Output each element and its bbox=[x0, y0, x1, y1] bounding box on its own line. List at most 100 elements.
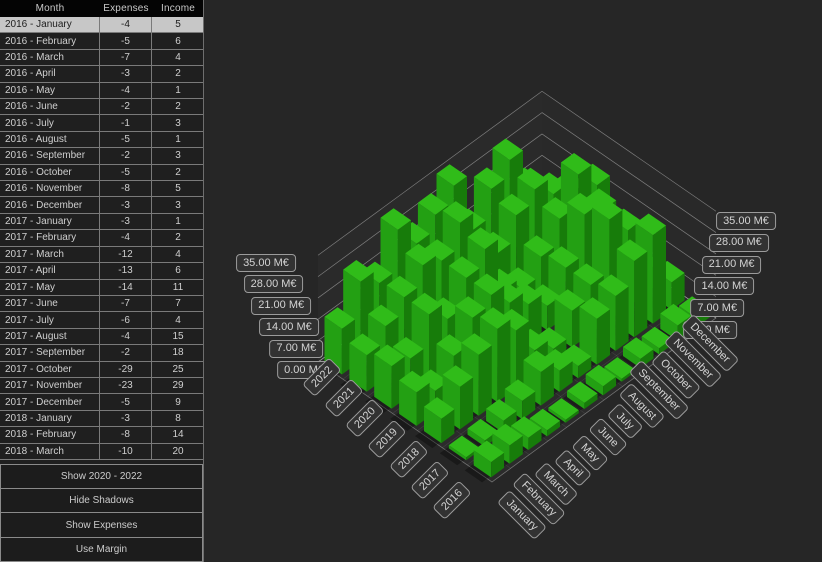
table-row[interactable]: 2016 - October -5 2 bbox=[0, 164, 203, 182]
income-cell: 1 bbox=[175, 84, 181, 96]
income-cell: 4 bbox=[175, 248, 181, 260]
table-row[interactable]: 2017 - November -23 29 bbox=[0, 377, 203, 395]
table-row[interactable]: 2017 - August -4 15 bbox=[0, 328, 203, 346]
table-row[interactable]: 2016 - December -3 3 bbox=[0, 197, 203, 214]
expenses-cell: -4 bbox=[100, 17, 152, 33]
table-row[interactable]: 2016 - November -8 5 bbox=[0, 181, 203, 198]
expenses-cell: -3 bbox=[100, 66, 152, 82]
month-cell: 2017 - August bbox=[0, 328, 100, 345]
month-cell: 2017 - December bbox=[0, 394, 100, 410]
month-cell: 2018 - February bbox=[0, 427, 100, 443]
column-header-expenses: Expenses bbox=[103, 3, 149, 14]
table-row[interactable]: 2016 - August -5 1 bbox=[0, 131, 203, 149]
bar-right-face[interactable] bbox=[478, 345, 492, 416]
table-body: 2016 - January -4 5 2016 - February -5 6 2016 … bbox=[0, 17, 203, 460]
value-axis-label-right: 7.00 M€ bbox=[690, 299, 745, 318]
month-cell: 2017 - July bbox=[0, 312, 100, 328]
month-cell: 2016 - October bbox=[0, 164, 100, 181]
income-cell: 2 bbox=[175, 68, 181, 80]
value-axis-label-left: 7.00 M€ bbox=[269, 339, 324, 358]
table-row[interactable]: 2017 - June -7 7 bbox=[0, 295, 203, 313]
income-cell: 7 bbox=[175, 298, 181, 310]
table-row[interactable]: 2016 - September -2 3 bbox=[0, 148, 203, 165]
income-cell: 14 bbox=[172, 429, 184, 441]
month-cell: 2016 - September bbox=[0, 148, 100, 164]
expenses-cell: -29 bbox=[100, 361, 152, 377]
income-cell: 3 bbox=[175, 150, 181, 162]
expenses-cell: -4 bbox=[100, 328, 152, 345]
table-row[interactable]: 2017 - May -14 11 bbox=[0, 279, 203, 296]
expenses-cell: -2 bbox=[100, 345, 152, 361]
table-row[interactable]: 2017 - July -6 4 bbox=[0, 312, 203, 329]
table-row[interactable]: 2016 - April -3 2 bbox=[0, 66, 203, 83]
income-cell: 18 bbox=[172, 347, 184, 359]
data-table-panel: Month Expenses Income 2016 - January -4 5 201… bbox=[0, 0, 204, 562]
value-axis-label-left: 21.00 M€ bbox=[251, 296, 312, 315]
table-row[interactable]: 2017 - September -2 18 bbox=[0, 345, 203, 362]
expenses-cell: -13 bbox=[100, 263, 152, 279]
value-axis-label-right: 35.00 M€ bbox=[716, 212, 776, 230]
month-cell: 2017 - May bbox=[0, 279, 100, 295]
expenses-cell: -4 bbox=[100, 230, 152, 246]
month-cell: 2018 - January bbox=[0, 410, 100, 427]
table-row[interactable]: 2017 - February -4 2 bbox=[0, 230, 203, 247]
bar-right-face[interactable] bbox=[652, 225, 666, 324]
expenses-cell: -8 bbox=[100, 181, 152, 197]
income-cell: 1 bbox=[175, 134, 181, 146]
table-row[interactable]: 2016 - February -5 6 bbox=[0, 33, 203, 50]
income-cell: 11 bbox=[172, 281, 184, 293]
month-cell: 2017 - November bbox=[0, 377, 100, 394]
expenses-cell: -3 bbox=[100, 197, 152, 213]
month-cell: 2017 - March bbox=[0, 246, 100, 263]
expenses-cell: -5 bbox=[100, 131, 152, 148]
table-row[interactable]: 2017 - April -13 6 bbox=[0, 263, 203, 280]
month-cell: 2017 - April bbox=[0, 263, 100, 279]
income-cell: 25 bbox=[172, 363, 184, 375]
table-row[interactable]: 2017 - December -5 9 bbox=[0, 394, 203, 411]
expenses-cell: -5 bbox=[100, 394, 152, 410]
month-cell: 2016 - April bbox=[0, 66, 100, 82]
income-cell: 9 bbox=[175, 396, 181, 408]
bar-right-face[interactable] bbox=[634, 251, 648, 338]
income-cell: 2 bbox=[175, 166, 181, 178]
table-row[interactable]: 2017 - March -12 4 bbox=[0, 246, 203, 264]
income-cell: 4 bbox=[175, 52, 181, 64]
column-header-month: Month bbox=[35, 3, 65, 14]
month-cell: 2016 - November bbox=[0, 181, 100, 197]
expenses-cell: -2 bbox=[100, 148, 152, 164]
month-cell: 2016 - February bbox=[0, 33, 100, 49]
expenses-cell: -5 bbox=[100, 164, 152, 181]
income-cell: 1 bbox=[175, 216, 181, 228]
bar-right-face[interactable] bbox=[596, 309, 610, 365]
button-stack: Show 2020 - 2022 Hide Shadows Show Expense… bbox=[0, 463, 203, 562]
table-row[interactable]: 2016 - May -4 1 bbox=[0, 82, 203, 100]
income-cell: 3 bbox=[175, 199, 181, 211]
value-axis-label-left: 35.00 M€ bbox=[236, 254, 296, 272]
table-row[interactable]: 2018 - February -8 14 bbox=[0, 427, 203, 444]
button-show-2020-2022[interactable]: Show 2020 - 2022 bbox=[0, 463, 203, 489]
bars-3d-graph[interactable]: 0.00 M€0.00 M€7.00 M€7.00 M€14.00 M€14.0… bbox=[204, 0, 822, 562]
expenses-cell: -4 bbox=[100, 82, 152, 99]
table-row[interactable]: 2017 - January -3 1 bbox=[0, 213, 203, 231]
expenses-cell: -5 bbox=[100, 33, 152, 49]
table-row[interactable]: 2018 - January -3 8 bbox=[0, 410, 203, 428]
value-axis-label-right: 28.00 M€ bbox=[708, 233, 769, 252]
bar-right-face[interactable] bbox=[615, 286, 629, 351]
button-show-expenses[interactable]: Show Expenses bbox=[0, 512, 203, 538]
month-cell: 2016 - July bbox=[0, 115, 100, 131]
button-use-margin[interactable]: Use Margin bbox=[0, 536, 203, 562]
expenses-cell: -6 bbox=[100, 312, 152, 328]
expenses-cell: -2 bbox=[100, 99, 152, 115]
button-hide-shadows[interactable]: Hide Shadows bbox=[0, 488, 203, 514]
table-row[interactable]: 2016 - March -7 4 bbox=[0, 49, 203, 67]
month-cell: 2017 - June bbox=[0, 295, 100, 312]
table-row[interactable]: 2016 - July -1 3 bbox=[0, 115, 203, 132]
table-row[interactable]: 2017 - October -29 25 bbox=[0, 361, 203, 378]
income-cell: 29 bbox=[172, 380, 184, 392]
table-row[interactable]: 2016 - January -4 5 bbox=[0, 17, 203, 34]
income-cell: 2 bbox=[175, 232, 181, 244]
month-cell: 2016 - June bbox=[0, 99, 100, 115]
table-row[interactable]: 2016 - June -2 2 bbox=[0, 99, 203, 116]
table-row[interactable]: 2018 - March -10 20 bbox=[0, 443, 203, 460]
expenses-cell: -7 bbox=[100, 295, 152, 312]
